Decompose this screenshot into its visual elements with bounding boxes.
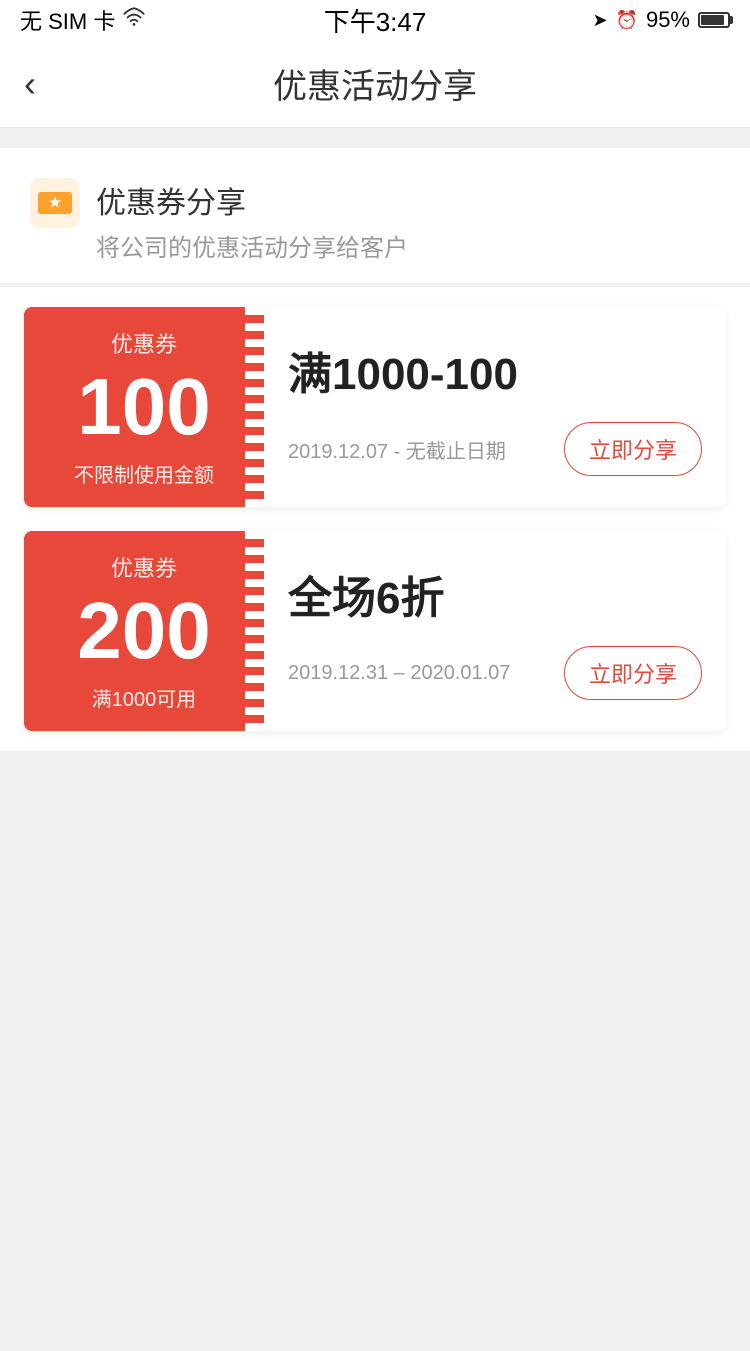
carrier-label: 无 SIM 卡 (20, 4, 115, 36)
status-left: 无 SIM 卡 (20, 4, 145, 36)
page-title: 优惠活动分享 (273, 59, 477, 108)
coupon-date-1: 2019.12.07 - 无截止日期 (288, 435, 554, 464)
section-title: 优惠券分享 (96, 178, 408, 222)
nav-bar: ‹ 优惠活动分享 (0, 40, 750, 128)
battery-icon (698, 12, 730, 28)
coupon-right-1: 满1000-100 2019.12.07 - 无截止日期 立即分享 (264, 307, 726, 507)
coupon-condition-2: 满1000可用 (92, 683, 197, 712)
location-icon: ➤ (592, 10, 607, 31)
coupon-value-1: 100 (77, 367, 210, 447)
svg-text:★: ★ (49, 194, 62, 210)
share-button-2[interactable]: 立即分享 (564, 646, 702, 700)
coupon-value-2: 200 (77, 591, 210, 671)
coupon-footer-2: 2019.12.31 – 2020.01.07 立即分享 (288, 646, 702, 700)
back-button[interactable]: ‹ (24, 66, 36, 102)
status-bar: 无 SIM 卡 下午3:47 ➤ ⏰ 95% (0, 0, 750, 40)
status-right: ➤ ⏰ 95% (592, 7, 730, 33)
coupon-right-2: 全场6折 2019.12.31 – 2020.01.07 立即分享 (264, 531, 726, 731)
coupon-date-2: 2019.12.31 – 2020.01.07 (288, 662, 554, 685)
page-background (0, 751, 750, 1351)
coupon-type-2: 优惠券 (111, 551, 177, 583)
coupon-list: 优惠券 100 不限制使用金额 满1000-100 2019.12.07 - 无… (0, 287, 750, 751)
status-time: 下午3:47 (324, 2, 427, 39)
section-header: ★ 优惠券分享 将公司的优惠活动分享给客户 (0, 148, 750, 283)
section-text: 优惠券分享 将公司的优惠活动分享给客户 (96, 178, 408, 263)
wifi-icon (123, 6, 145, 34)
alarm-icon: ⏰ (616, 10, 638, 31)
coupon-card-1: 优惠券 100 不限制使用金额 满1000-100 2019.12.07 - 无… (24, 307, 726, 507)
coupon-footer-1: 2019.12.07 - 无截止日期 立即分享 (288, 422, 702, 476)
coupon-name-1: 满1000-100 (288, 338, 702, 402)
coupon-type-1: 优惠券 (111, 327, 177, 359)
coupon-left-1: 优惠券 100 不限制使用金额 (24, 307, 264, 507)
coupon-left-2: 优惠券 200 满1000可用 (24, 531, 264, 731)
section-subtitle: 将公司的优惠活动分享给客户 (96, 228, 408, 263)
share-button-1[interactable]: 立即分享 (564, 422, 702, 476)
battery-percent: 95% (646, 7, 690, 33)
coupon-card-2: 优惠券 200 满1000可用 全场6折 2019.12.31 – 2020.0… (24, 531, 726, 731)
coupon-share-icon: ★ (30, 178, 80, 228)
coupon-name-2: 全场6折 (288, 562, 702, 626)
coupon-condition-1: 不限制使用金额 (74, 459, 214, 488)
